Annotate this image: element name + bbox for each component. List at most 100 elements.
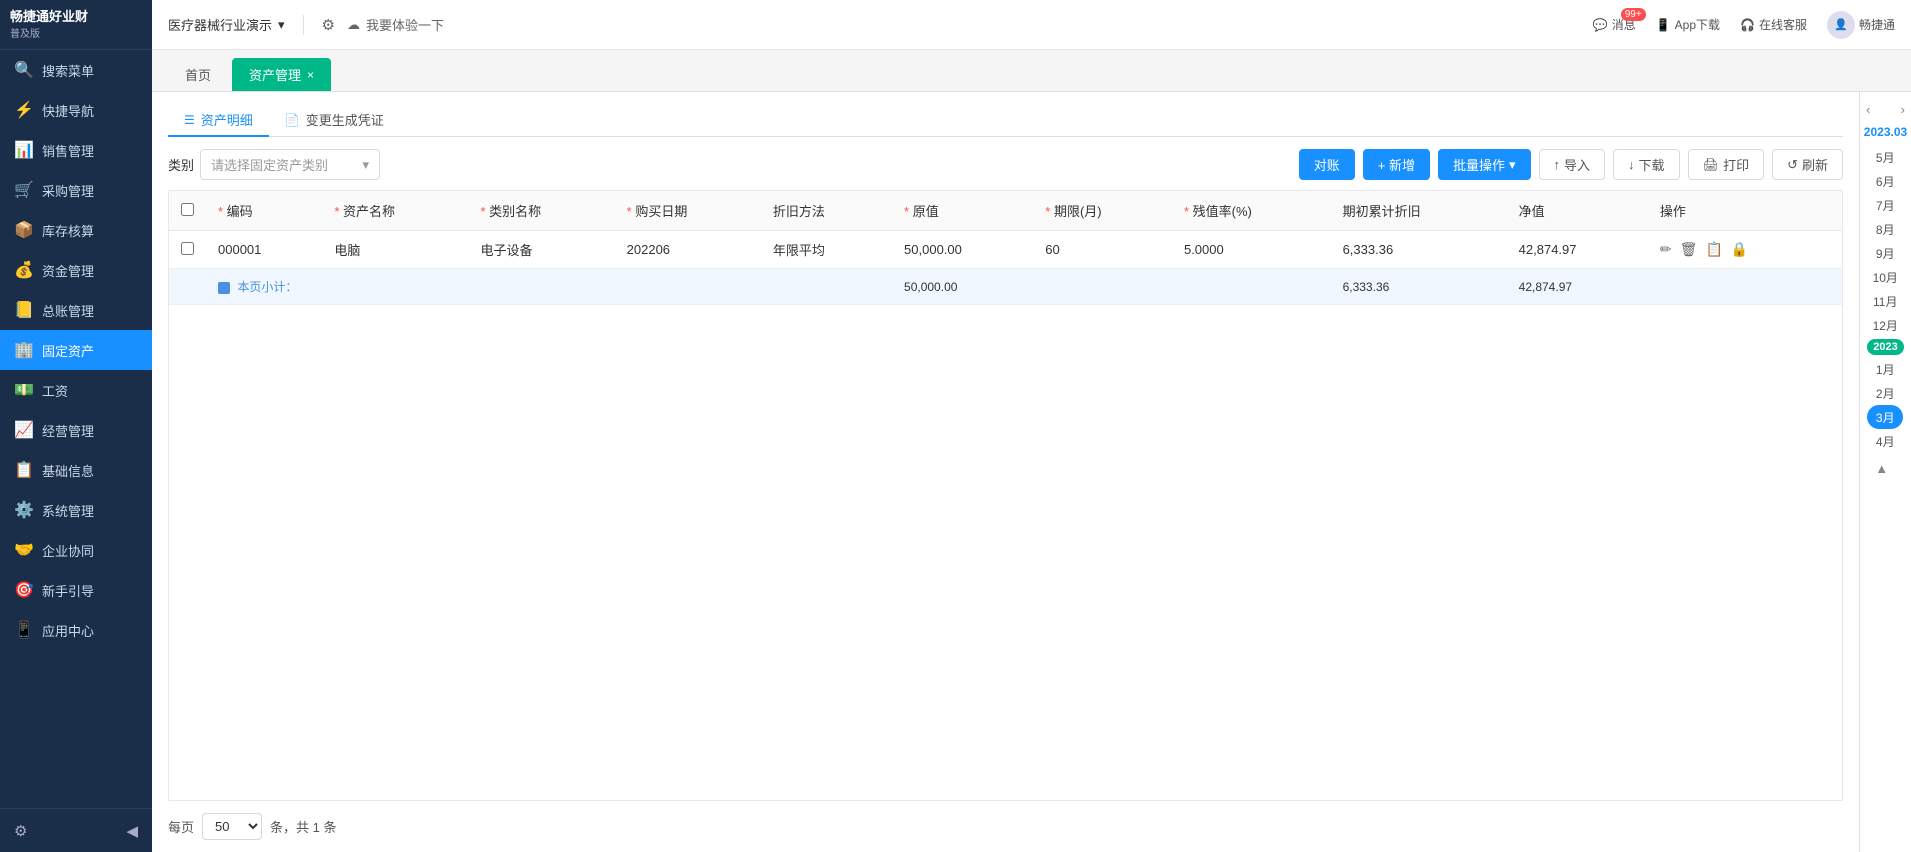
sidebar-item-business[interactable]: 📈经营管理	[0, 410, 152, 450]
lock-icon[interactable]: 🔒	[1731, 241, 1748, 258]
sidebar-item-funds[interactable]: 💰 资金管理	[0, 250, 152, 290]
month-item-past-7月[interactable]: 7月	[1867, 193, 1903, 217]
month-item-1月[interactable]: 1月	[1867, 357, 1903, 381]
sidebar-item-basic-info[interactable]: 📋基础信息	[0, 450, 152, 490]
delete-icon[interactable]: 🗑	[1680, 241, 1698, 258]
sidebar-item-quick-nav[interactable]: ⚡快捷导航	[0, 90, 152, 130]
company-selector[interactable]: 医疗器械行业演示 ▾	[168, 15, 285, 34]
experience-btn[interactable]: ☁ 我要体验一下	[347, 15, 444, 34]
col-name: 资产名称	[322, 191, 468, 231]
download-btn[interactable]: ↓ 下载	[1613, 149, 1680, 180]
message-btn[interactable]: 💬 消息 99+	[1593, 16, 1636, 33]
category-dropdown[interactable]: 请选择固定资产类别 ▾	[200, 149, 380, 180]
sidebar-label-guide: 新手引导	[42, 581, 94, 600]
right-panel-collapse[interactable]: ▲	[1867, 453, 1903, 484]
sidebar-icon-search: 🔍	[14, 60, 34, 80]
sidebar-item-payroll[interactable]: 💵工资	[0, 370, 152, 410]
right-panel: ‹ › 2023.03 5月6月7月8月9月10月11月12月20231月2月3…	[1859, 92, 1911, 852]
collapse-icon[interactable]: ◀	[126, 822, 138, 840]
settings-gear-icon[interactable]: ⚙	[322, 16, 335, 34]
batch-btn-label: 批量操作	[1453, 155, 1505, 174]
settings-icon[interactable]: ⚙	[14, 822, 27, 840]
month-item-past-6月[interactable]: 6月	[1867, 169, 1903, 193]
import-btn[interactable]: ↑ 导入	[1539, 149, 1606, 180]
select-all-checkbox[interactable]	[181, 203, 194, 216]
sidebar-item-system[interactable]: ⚙️系统管理	[0, 490, 152, 530]
sidebar-icon-inventory: 📦	[14, 220, 34, 240]
sidebar-icon-funds: 💰	[14, 260, 34, 280]
sidebar-icon-sales: 📊	[14, 140, 34, 160]
user-profile[interactable]: 👤 畅捷通	[1827, 11, 1895, 39]
new-btn[interactable]: + 新增	[1363, 149, 1430, 180]
subtotal-original-value: 50,000.00	[892, 269, 1033, 305]
batch-btn[interactable]: 批量操作 ▾	[1438, 149, 1531, 180]
sub-tab-change-voucher[interactable]: 📄 变更生成凭证	[269, 104, 400, 137]
month-item-4月[interactable]: 4月	[1867, 429, 1903, 453]
print-btn[interactable]: 🖨 打印	[1688, 149, 1765, 180]
sub-tab-asset-detail-label: 资产明细	[201, 110, 253, 129]
download-icon: ↓	[1628, 157, 1635, 172]
row-residual-rate: 5.0000	[1172, 231, 1331, 269]
copy-icon[interactable]: 📋	[1705, 241, 1722, 258]
sidebar-item-search[interactable]: 🔍搜索菜单	[0, 50, 152, 90]
row-net-value: 42,874.97	[1507, 231, 1648, 269]
headset-icon: 🎧	[1740, 18, 1755, 32]
month-item-past-9月[interactable]: 9月	[1867, 241, 1903, 265]
tab-close-icon[interactable]: ×	[307, 68, 314, 82]
message-badge: 99+	[1621, 8, 1646, 21]
account-btn[interactable]: 对账	[1299, 149, 1355, 180]
edit-icon[interactable]: ✏	[1660, 241, 1672, 258]
online-service-btn[interactable]: 🎧 在线客服	[1740, 16, 1807, 33]
month-item-past-8月[interactable]: 8月	[1867, 217, 1903, 241]
sidebar-label-ledger: 总账管理	[42, 301, 94, 320]
sidebar-item-enterprise[interactable]: 🤝 企业协同	[0, 530, 152, 570]
sidebar-icon-fixed-assets: 🏢	[14, 340, 34, 360]
month-item-past-11月[interactable]: 11月	[1867, 289, 1903, 313]
cloud-icon: ☁	[347, 17, 360, 33]
sidebar-label-enterprise: 企业协同	[42, 541, 94, 560]
tab-asset-management[interactable]: 资产管理 ×	[232, 58, 331, 91]
month-item-2月[interactable]: 2月	[1867, 381, 1903, 405]
per-page-select[interactable]: 50 100 200	[202, 813, 262, 840]
sidebar-label-inventory: 库存核算	[42, 221, 94, 240]
sub-tab-change-voucher-label: 变更生成凭证	[306, 110, 384, 129]
month-item-3月[interactable]: 3月	[1867, 405, 1903, 429]
subtotal-depreciation-method	[761, 269, 892, 305]
category-placeholder: 请选择固定资产类别	[211, 155, 328, 174]
sidebar-item-app-center[interactable]: 📱应用中心	[0, 610, 152, 650]
month-item-past-5月[interactable]: 5月	[1867, 145, 1903, 169]
import-icon: ↑	[1554, 157, 1561, 172]
month-item-past-10月[interactable]: 10月	[1867, 265, 1903, 289]
row-checkbox-cell	[169, 231, 206, 269]
subtotal-period	[1033, 269, 1172, 305]
right-arrow-icon[interactable]: ›	[1901, 102, 1905, 117]
sidebar-item-fixed-assets[interactable]: 🏢固定资产	[0, 330, 152, 370]
app-edition: 普及版	[10, 25, 88, 40]
app-download-btn[interactable]: 📱 App下载	[1656, 16, 1720, 33]
sub-tab-asset-detail[interactable]: ☰ 资产明细	[168, 104, 269, 137]
tab-home[interactable]: 首页	[168, 58, 228, 91]
sidebar-label-funds: 资金管理	[42, 261, 94, 280]
refresh-btn[interactable]: ↺ 刷新	[1772, 149, 1843, 180]
row-checkbox[interactable]	[181, 242, 194, 255]
row-actions: ✏ 🗑 📋 🔒	[1648, 231, 1842, 269]
row-depreciation-method: 年限平均	[761, 231, 892, 269]
left-arrow-icon[interactable]: ‹	[1866, 102, 1870, 117]
sidebar-item-purchase[interactable]: 🛒采购管理	[0, 170, 152, 210]
sidebar-item-inventory[interactable]: 📦 库存核算	[0, 210, 152, 250]
company-name: 医疗器械行业演示	[168, 15, 272, 34]
sidebar-icon-enterprise: 🤝	[14, 540, 34, 560]
sidebar-icon-system: ⚙️	[14, 500, 34, 520]
month-item-past-12月[interactable]: 12月	[1867, 313, 1903, 337]
page-content-area: ☰ 资产明细 📄 变更生成凭证 类别 请选择固定资产类别 ▾	[152, 92, 1859, 852]
table-footer: 每页 50 100 200 条，共 1 条	[168, 805, 1843, 840]
subtotal-label: 本页小计：	[206, 269, 761, 305]
username: 畅捷通	[1859, 16, 1895, 33]
sidebar-nav: 🔍搜索菜单⚡快捷导航📊销售管理🛒采购管理 📦 库存核算 💰 资金管理 📒总账管理🏢固定资产…	[0, 50, 152, 808]
sidebar-item-sales[interactable]: 📊销售管理	[0, 130, 152, 170]
app-download-label: App下载	[1675, 16, 1720, 33]
sidebar-label-quick-nav: 快捷导航	[42, 101, 94, 120]
sidebar-label-app-center: 应用中心	[42, 621, 94, 640]
sidebar-item-ledger[interactable]: 📒总账管理	[0, 290, 152, 330]
sidebar-item-guide[interactable]: 🎯新手引导	[0, 570, 152, 610]
